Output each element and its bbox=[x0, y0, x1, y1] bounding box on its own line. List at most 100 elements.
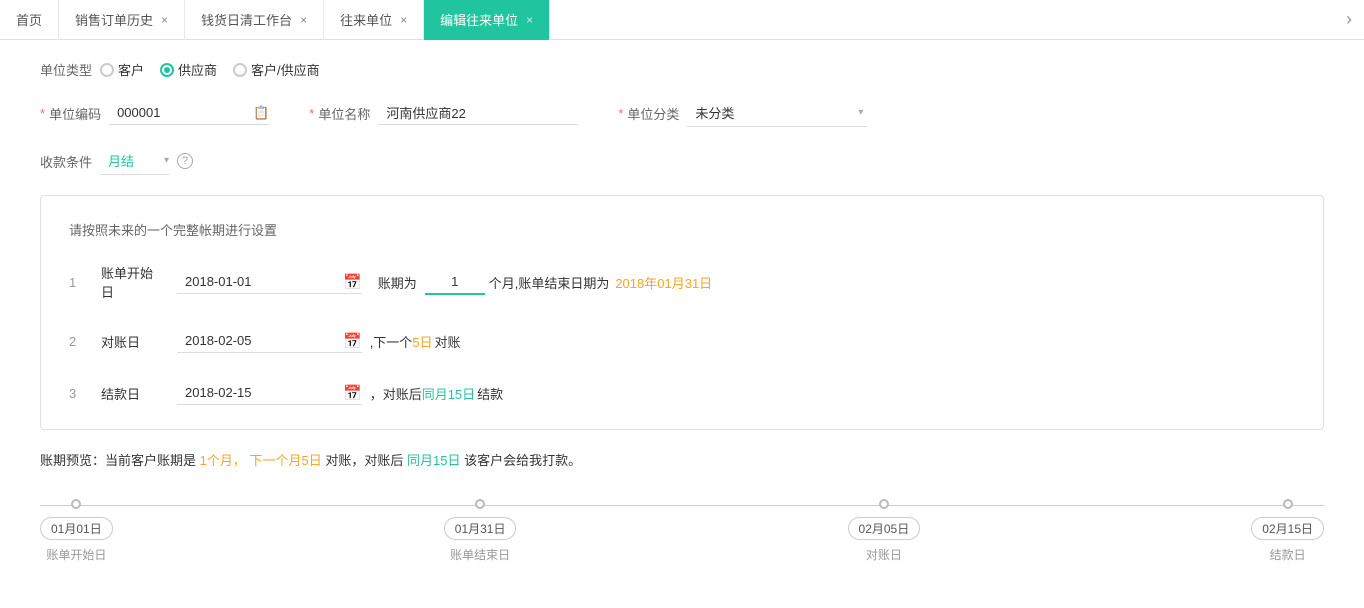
unit-category-required: * bbox=[618, 106, 623, 121]
tab-cash-work[interactable]: 钱货日清工作台 × bbox=[185, 0, 324, 40]
payment-terms-label: 收款条件 bbox=[40, 152, 92, 171]
start-date-input[interactable] bbox=[177, 270, 337, 293]
unit-code-icon[interactable]: 📋 bbox=[253, 105, 269, 121]
months-input[interactable] bbox=[425, 270, 485, 295]
end-date-highlight: 2018年01月31日 bbox=[615, 273, 712, 292]
unit-type-label: 单位类型 bbox=[40, 60, 92, 79]
unit-code-required: * bbox=[40, 106, 45, 121]
tab-edit-partner-close[interactable]: × bbox=[526, 13, 533, 27]
row-label-3: 结款日 bbox=[101, 384, 161, 403]
preview-part3: 对账，对账后 bbox=[325, 453, 403, 468]
payment-terms-row: 收款条件 月结 ▾ ? bbox=[40, 147, 1324, 175]
setting-row-3: 3 结款日 📅 ，对账后 同月15日 结款 bbox=[69, 381, 1295, 405]
tab-home[interactable]: 首页 bbox=[0, 0, 59, 40]
radio-supplier[interactable]: 供应商 bbox=[160, 60, 217, 79]
reconcile-day-highlight: 5日 bbox=[412, 332, 432, 351]
radio-customer-label: 客户 bbox=[118, 60, 144, 79]
period-label: 账期为 bbox=[378, 273, 417, 292]
payment-date-calendar-icon[interactable]: 📅 bbox=[343, 384, 362, 402]
timeline-date-0: 01月01日 bbox=[40, 517, 113, 540]
unit-category-arrow: ▾ bbox=[858, 107, 863, 118]
reconcile-date-input[interactable] bbox=[177, 329, 337, 352]
tab-partner-units[interactable]: 往来单位 × bbox=[324, 0, 424, 40]
timeline-item-1: 01月31日 账单结束日 bbox=[444, 499, 517, 563]
preview-part2: 下一个月5日 bbox=[250, 453, 322, 468]
timeline-dot-3 bbox=[1283, 499, 1293, 509]
unit-type-group: 单位类型 客户 供应商 客户/供应商 bbox=[40, 60, 320, 79]
payment-day-highlight: 同月15日 bbox=[422, 384, 475, 403]
settings-panel: 请按照未来的一个完整帐期进行设置 1 账单开始日 📅 账期为 个月,账单结束日期… bbox=[40, 195, 1324, 430]
tab-more-button[interactable]: › bbox=[1334, 9, 1364, 30]
radio-both[interactable]: 客户/供应商 bbox=[233, 60, 320, 79]
payment-terms-select[interactable]: 月结 ▾ bbox=[100, 147, 169, 175]
unit-name-label: 单位名称 bbox=[318, 104, 370, 123]
preview-part4: 同月15日 bbox=[407, 453, 460, 468]
timeline-date-2: 02月05日 bbox=[848, 517, 921, 540]
payment-desc-prefix: ，对账后 bbox=[370, 384, 422, 403]
timeline-label-1: 账单结束日 bbox=[450, 546, 510, 563]
unit-category-select[interactable]: 未分类 ▾ bbox=[687, 99, 867, 127]
payment-date-input[interactable] bbox=[177, 381, 337, 404]
unit-code-input-wrapper: 📋 bbox=[109, 101, 269, 125]
start-date-input-wrapper: 📅 bbox=[177, 270, 362, 294]
timeline-item-0: 01月01日 账单开始日 bbox=[40, 499, 113, 563]
timeline: 01月01日 账单开始日 01月31日 账单结束日 02月05日 对账日 02月… bbox=[40, 489, 1324, 583]
tabs-bar: 首页 销售订单历史 × 钱货日清工作台 × 往来单位 × 编辑往来单位 × › bbox=[0, 0, 1364, 40]
timeline-items: 01月01日 账单开始日 01月31日 账单结束日 02月05日 对账日 02月… bbox=[40, 499, 1324, 563]
tab-sales-history[interactable]: 销售订单历史 × bbox=[59, 0, 185, 40]
payment-desc-suffix: 结款 bbox=[477, 384, 503, 403]
unit-code-input[interactable] bbox=[109, 101, 249, 124]
unit-name-input[interactable] bbox=[378, 101, 578, 125]
radio-supplier-label: 供应商 bbox=[178, 60, 217, 79]
setting-row-2: 2 对账日 📅 ,下一个 5日 对账 bbox=[69, 329, 1295, 353]
tab-partner-units-close[interactable]: × bbox=[400, 13, 407, 27]
timeline-label-0: 账单开始日 bbox=[46, 546, 106, 563]
unit-category-group: * 单位分类 未分类 ▾ bbox=[618, 99, 867, 127]
timeline-label-2: 对账日 bbox=[866, 546, 902, 563]
timeline-dot-2 bbox=[879, 499, 889, 509]
tab-partner-units-label: 往来单位 bbox=[340, 10, 392, 29]
timeline-date-3: 02月15日 bbox=[1251, 517, 1324, 540]
row-num-1: 1 bbox=[69, 275, 89, 290]
tab-edit-partner[interactable]: 编辑往来单位 × bbox=[424, 0, 550, 40]
panel-title: 请按照未来的一个完整帐期进行设置 bbox=[69, 220, 1295, 239]
timeline-dot-0 bbox=[71, 499, 81, 509]
unit-name-required: * bbox=[309, 106, 314, 121]
tab-cash-work-close[interactable]: × bbox=[300, 13, 307, 27]
preview-part5: 该客户会给我打款。 bbox=[464, 453, 581, 468]
reconcile-desc-prefix: ,下一个 bbox=[370, 332, 413, 351]
row-label-2: 对账日 bbox=[101, 332, 161, 351]
radio-supplier-circle bbox=[160, 63, 174, 77]
unit-category-value: 未分类 bbox=[687, 99, 854, 126]
timeline-item-2: 02月05日 对账日 bbox=[848, 499, 921, 563]
tab-cash-work-label: 钱货日清工作台 bbox=[201, 10, 292, 29]
payment-terms-group: 收款条件 月结 ▾ ? bbox=[40, 147, 193, 175]
unit-info-row: * 单位编码 📋 * 单位名称 * 单位分类 未分类 ▾ bbox=[40, 99, 1324, 127]
payment-terms-help[interactable]: ? bbox=[177, 153, 193, 169]
timeline-dot-1 bbox=[475, 499, 485, 509]
main-content: 单位类型 客户 供应商 客户/供应商 * 单位编码 bbox=[0, 40, 1364, 608]
setting-row-1: 1 账单开始日 📅 账期为 个月,账单结束日期为 2018年01月31日 bbox=[69, 263, 1295, 301]
unit-type-row: 单位类型 客户 供应商 客户/供应商 bbox=[40, 60, 1324, 79]
timeline-date-1: 01月31日 bbox=[444, 517, 517, 540]
radio-both-label: 客户/供应商 bbox=[251, 60, 320, 79]
reconcile-date-calendar-icon[interactable]: 📅 bbox=[343, 332, 362, 350]
reconcile-date-input-wrapper: 📅 bbox=[177, 329, 362, 353]
unit-name-group: * 单位名称 bbox=[309, 101, 578, 125]
row-num-2: 2 bbox=[69, 334, 89, 349]
tab-home-label: 首页 bbox=[16, 10, 42, 29]
row-label-1: 账单开始日 bbox=[101, 263, 161, 301]
radio-both-circle bbox=[233, 63, 247, 77]
radio-customer-circle bbox=[100, 63, 114, 77]
timeline-item-3: 02月15日 结款日 bbox=[1251, 499, 1324, 563]
radio-customer[interactable]: 客户 bbox=[100, 60, 144, 79]
unit-code-label: 单位编码 bbox=[49, 104, 101, 123]
unit-code-group: * 单位编码 📋 bbox=[40, 101, 269, 125]
row-num-3: 3 bbox=[69, 386, 89, 401]
preview-label: 账期预览：当前客户账期是 bbox=[40, 453, 196, 468]
reconcile-desc-suffix: 对账 bbox=[435, 332, 461, 351]
period-suffix-1: 个月,账单结束日期为 bbox=[489, 273, 610, 292]
start-date-calendar-icon[interactable]: 📅 bbox=[343, 273, 362, 291]
tab-sales-history-close[interactable]: × bbox=[161, 13, 168, 27]
preview-part1: 1个月， bbox=[200, 453, 246, 468]
